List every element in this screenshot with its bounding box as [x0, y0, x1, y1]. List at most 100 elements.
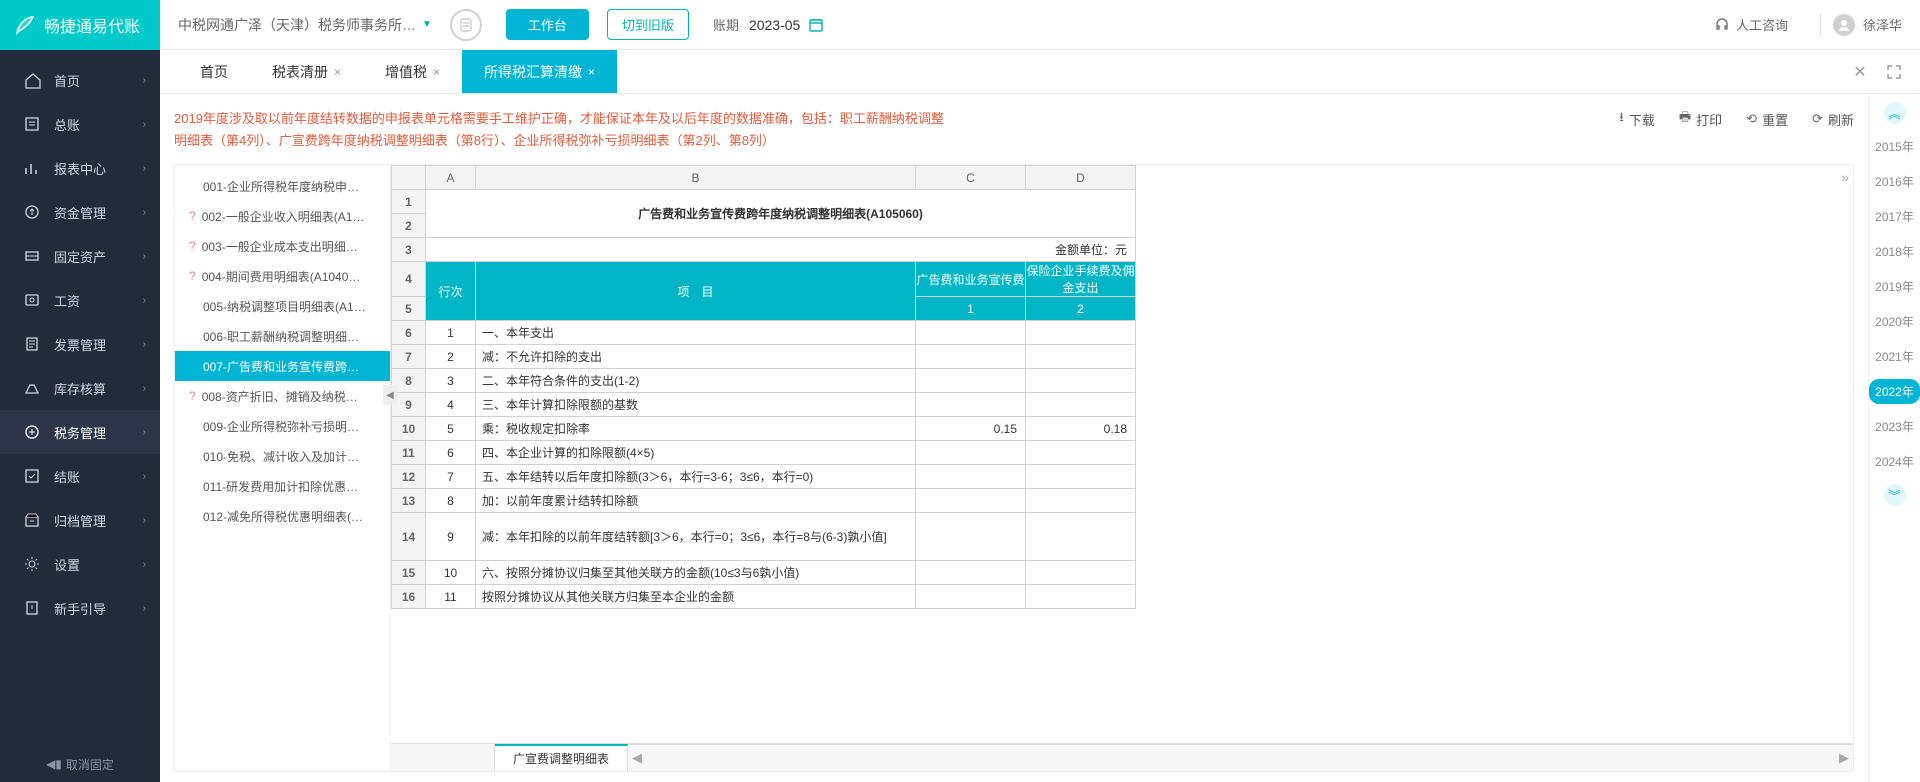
nav-item-1[interactable]: 总账› — [0, 102, 160, 146]
value-cell-c[interactable] — [916, 321, 1026, 345]
row-header[interactable]: 3 — [392, 238, 426, 262]
seq-cell[interactable]: 11 — [426, 585, 476, 609]
pin-toggle[interactable]: ◀▮ 取消固定 — [0, 746, 160, 782]
value-cell-d[interactable] — [1026, 465, 1136, 489]
item-cell[interactable]: 减：本年扣除的以前年度结转额[3＞6，本行=0；3≤6，本行=8与(6-3)孰小… — [476, 513, 916, 561]
expand-sheet-button[interactable]: » — [1841, 169, 1849, 185]
nav-item-7[interactable]: 库存核算› — [0, 366, 160, 410]
spreadsheet[interactable]: A B C D 1 广告费和业务宣传费跨年度纳税调整明细表(A105060) 2 — [391, 165, 1853, 743]
year-down-button[interactable]: ︾ — [1884, 484, 1906, 506]
tab-2[interactable]: 增值税× — [363, 50, 462, 93]
scroll-left-icon[interactable]: ◀ — [628, 750, 646, 766]
form-item-7[interactable]: ?008-资产折旧、摊销及纳税… — [175, 381, 390, 411]
col-header[interactable]: C — [916, 166, 1026, 190]
value-cell-c[interactable] — [916, 561, 1026, 585]
seq-cell[interactable]: 1 — [426, 321, 476, 345]
nav-item-10[interactable]: 归档管理› — [0, 498, 160, 542]
form-item-5[interactable]: 006-职工薪酬纳税调整明细… — [175, 321, 390, 351]
nav-item-4[interactable]: 固定资产› — [0, 234, 160, 278]
collapse-left-button[interactable]: ◀ — [383, 385, 397, 405]
row-header[interactable]: 6 — [392, 321, 426, 345]
year-item-1[interactable]: 2016年 — [1869, 169, 1920, 194]
year-item-2[interactable]: 2017年 — [1869, 204, 1920, 229]
nav-item-8[interactable]: 税务管理› — [0, 410, 160, 454]
row-header[interactable]: 14 — [392, 513, 426, 561]
item-cell[interactable]: 乘：税收规定扣除率 — [476, 417, 916, 441]
value-cell-c[interactable] — [916, 393, 1026, 417]
seq-cell[interactable]: 7 — [426, 465, 476, 489]
item-cell[interactable]: 一、本年支出 — [476, 321, 916, 345]
nav-item-9[interactable]: 结账› — [0, 454, 160, 498]
nav-item-3[interactable]: 资金管理› — [0, 190, 160, 234]
seq-cell[interactable]: 9 — [426, 513, 476, 561]
company-select[interactable]: 中税网通广泽（天津）税务师事务所… ▼ — [178, 15, 432, 35]
value-cell-d[interactable] — [1026, 393, 1136, 417]
refresh-button[interactable]: ⟳刷新 — [1812, 108, 1854, 130]
close-all-button[interactable]: ✕ — [1846, 58, 1874, 86]
year-item-4[interactable]: 2019年 — [1869, 274, 1920, 299]
item-cell[interactable]: 六、按照分摊协议归集至其他关联方的金额(10≤3与6孰小值) — [476, 561, 916, 585]
year-item-9[interactable]: 2024年 — [1869, 449, 1920, 474]
seq-cell[interactable]: 5 — [426, 417, 476, 441]
row-header[interactable]: 4 — [392, 262, 426, 297]
form-item-9[interactable]: 010-免税、减计收入及加计… — [175, 441, 390, 471]
item-cell[interactable]: 二、本年符合条件的支出(1-2) — [476, 369, 916, 393]
value-cell-d[interactable] — [1026, 441, 1136, 465]
row-header[interactable]: 2 — [392, 214, 426, 238]
form-item-8[interactable]: 009-企业所得税弥补亏损明… — [175, 411, 390, 441]
value-cell-c[interactable] — [916, 369, 1026, 393]
value-cell-d[interactable] — [1026, 345, 1136, 369]
seq-cell[interactable]: 4 — [426, 393, 476, 417]
col-header[interactable]: B — [476, 166, 916, 190]
row-header[interactable]: 10 — [392, 417, 426, 441]
year-item-7[interactable]: 2022年 — [1869, 379, 1920, 404]
item-cell[interactable]: 按照分摊协议从其他关联方归集至本企业的金额 — [476, 585, 916, 609]
year-item-3[interactable]: 2018年 — [1869, 239, 1920, 264]
close-icon[interactable]: × — [588, 65, 595, 79]
form-item-2[interactable]: ?003-一般企业成本支出明细… — [175, 231, 390, 261]
col-header[interactable]: A — [426, 166, 476, 190]
row-header[interactable]: 7 — [392, 345, 426, 369]
nav-item-12[interactable]: 新手引导› — [0, 586, 160, 630]
item-cell[interactable]: 四、本企业计算的扣除限额(4×5) — [476, 441, 916, 465]
close-icon[interactable]: × — [433, 65, 440, 79]
year-item-5[interactable]: 2020年 — [1869, 309, 1920, 334]
item-cell[interactable]: 加：以前年度累计结转扣除额 — [476, 489, 916, 513]
row-header[interactable]: 15 — [392, 561, 426, 585]
value-cell-d[interactable] — [1026, 585, 1136, 609]
form-item-4[interactable]: 005-纳税调整项目明细表(A1… — [175, 291, 390, 321]
year-item-8[interactable]: 2023年 — [1869, 414, 1920, 439]
year-item-0[interactable]: 2015年 — [1869, 134, 1920, 159]
value-cell-d[interactable] — [1026, 561, 1136, 585]
calendar-icon[interactable] — [808, 17, 824, 33]
value-cell-d[interactable] — [1026, 489, 1136, 513]
workbench-button[interactable]: 工作台 — [506, 9, 589, 40]
seq-cell[interactable]: 2 — [426, 345, 476, 369]
seq-cell[interactable]: 6 — [426, 441, 476, 465]
form-item-3[interactable]: ?004-期间费用明细表(A1040… — [175, 261, 390, 291]
row-header[interactable]: 5 — [392, 297, 426, 321]
year-item-6[interactable]: 2021年 — [1869, 344, 1920, 369]
value-cell-c[interactable]: 0.15 — [916, 417, 1026, 441]
value-cell-c[interactable] — [916, 489, 1026, 513]
tab-3[interactable]: 所得税汇算清缴× — [462, 50, 617, 93]
row-header[interactable]: 1 — [392, 190, 426, 214]
value-cell-d[interactable] — [1026, 513, 1136, 561]
value-cell-c[interactable] — [916, 513, 1026, 561]
value-cell-c[interactable] — [916, 345, 1026, 369]
value-cell-c[interactable] — [916, 465, 1026, 489]
clipboard-button[interactable] — [450, 9, 482, 41]
download-button[interactable]: ⭳下载 — [1619, 108, 1655, 130]
form-item-1[interactable]: ?002-一般企业收入明细表(A1… — [175, 201, 390, 231]
year-up-button[interactable]: ︽ — [1884, 102, 1906, 124]
form-item-11[interactable]: 012-减免所得税优惠明细表(… — [175, 501, 390, 531]
old-version-button[interactable]: 切到旧版 — [607, 9, 689, 40]
value-cell-d[interactable] — [1026, 369, 1136, 393]
row-header[interactable]: 13 — [392, 489, 426, 513]
row-header[interactable]: 11 — [392, 441, 426, 465]
form-item-6[interactable]: 007-广告费和业务宣传费跨… — [175, 351, 390, 381]
nav-item-11[interactable]: 设置› — [0, 542, 160, 586]
item-cell[interactable]: 五、本年结转以后年度扣除额(3＞6，本行=3-6；3≤6，本行=0) — [476, 465, 916, 489]
item-cell[interactable]: 减：不允许扣除的支出 — [476, 345, 916, 369]
seq-cell[interactable]: 10 — [426, 561, 476, 585]
